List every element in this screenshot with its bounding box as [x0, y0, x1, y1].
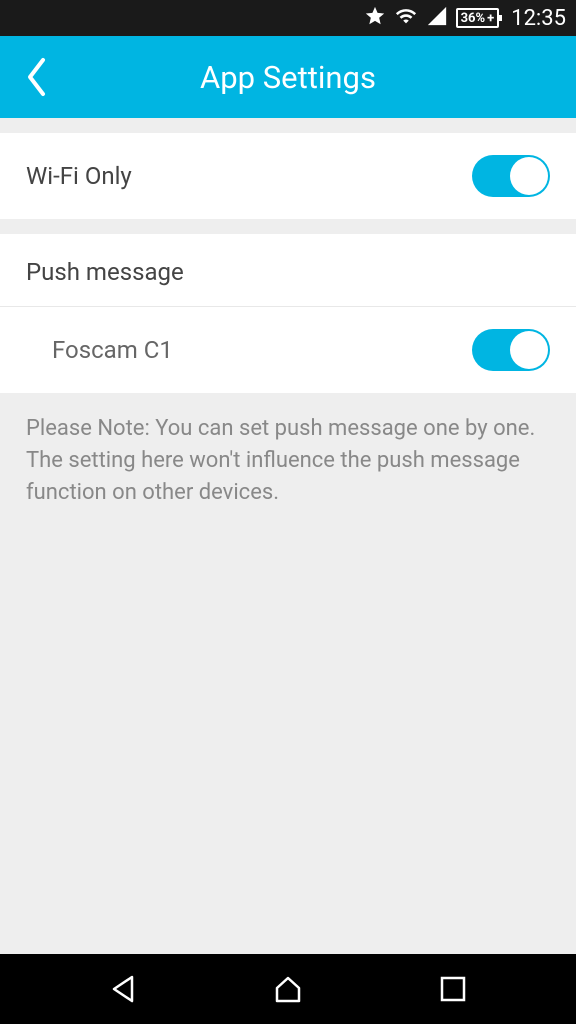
star-icon	[364, 5, 386, 31]
navigation-bar	[0, 954, 576, 1024]
triangle-back-icon	[107, 973, 139, 1005]
nav-recent-button[interactable]	[413, 964, 493, 1014]
battery-percent: 36%	[461, 11, 486, 26]
page-title: App Settings	[0, 59, 576, 96]
signal-icon	[426, 5, 448, 31]
settings-note: Please Note: You can set push message on…	[0, 393, 576, 529]
chevron-left-icon	[25, 57, 47, 97]
status-bar: 36% + 12:35	[0, 0, 576, 36]
battery-plus-icon: +	[487, 11, 494, 26]
square-icon	[439, 975, 467, 1003]
push-message-section-header: Push message	[0, 234, 576, 307]
wifi-icon	[394, 5, 418, 31]
home-icon	[272, 973, 304, 1005]
wifi-only-label: Wi-Fi Only	[26, 162, 132, 190]
wifi-only-toggle[interactable]	[472, 155, 550, 197]
push-device-row: Foscam C1	[0, 307, 576, 393]
push-message-label: Push message	[26, 258, 184, 286]
battery-indicator: 36% +	[456, 8, 500, 28]
back-button[interactable]	[16, 52, 56, 102]
nav-back-button[interactable]	[83, 964, 163, 1014]
nav-home-button[interactable]	[248, 964, 328, 1014]
status-time: 12:35	[511, 6, 566, 31]
content-area: Wi-Fi Only Push message Foscam C1 Please…	[0, 118, 576, 954]
wifi-only-row: Wi-Fi Only	[0, 133, 576, 219]
push-device-toggle[interactable]	[472, 329, 550, 371]
app-header: App Settings	[0, 36, 576, 118]
push-device-name: Foscam C1	[52, 336, 173, 364]
